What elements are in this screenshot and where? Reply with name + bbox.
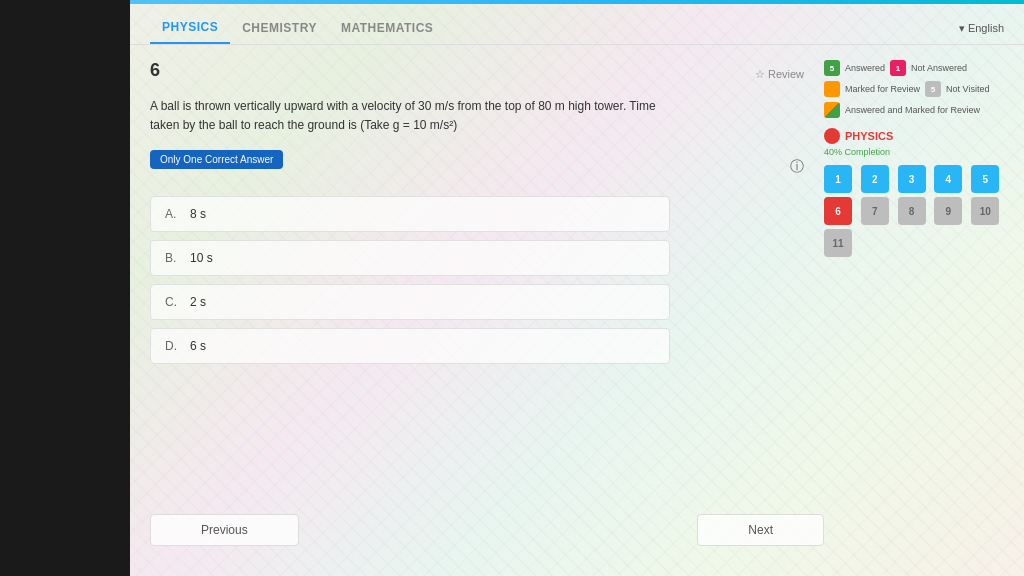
info-icon[interactable]: ⓘ bbox=[790, 158, 804, 176]
legend-answered-marked-label: Answered and Marked for Review bbox=[845, 105, 980, 115]
subject-label: PHYSICS bbox=[824, 128, 1004, 144]
option-a-letter: A. bbox=[165, 207, 180, 221]
previous-button[interactable]: Previous bbox=[150, 514, 299, 546]
option-c[interactable]: C. 2 s bbox=[150, 284, 670, 320]
q-btn-1[interactable]: 1 bbox=[824, 165, 852, 193]
option-d-text: 6 s bbox=[190, 339, 206, 353]
legend-dot-answered-marked bbox=[824, 102, 840, 118]
option-b[interactable]: B. 10 s bbox=[150, 240, 670, 276]
option-b-letter: B. bbox=[165, 251, 180, 265]
option-c-text: 2 s bbox=[190, 295, 206, 309]
subject-icon bbox=[824, 128, 840, 144]
left-panel bbox=[0, 0, 130, 576]
option-d-letter: D. bbox=[165, 339, 180, 353]
option-c-letter: C. bbox=[165, 295, 180, 309]
q-btn-6[interactable]: 6 bbox=[824, 197, 852, 225]
options-list: A. 8 s B. 10 s C. 2 s D. 6 s bbox=[150, 196, 670, 364]
q-btn-9[interactable]: 9 bbox=[934, 197, 962, 225]
sidebar-panel: 5 Answered 1 Not Answered Marked for Rev… bbox=[824, 60, 1004, 364]
q-btn-3[interactable]: 3 bbox=[898, 165, 926, 193]
nav-tabs: PHYSICS CHEMISTRY MATHEMATICS ▾ English bbox=[130, 0, 1024, 45]
q-btn-2[interactable]: 2 bbox=[861, 165, 889, 193]
question-number-grid: 1 2 3 4 5 6 7 8 9 10 11 bbox=[824, 165, 1004, 257]
bottom-nav: Previous Next bbox=[150, 514, 824, 546]
q-btn-5[interactable]: 5 bbox=[971, 165, 999, 193]
main-content: PHYSICS CHEMISTRY MATHEMATICS ▾ English … bbox=[130, 0, 1024, 576]
subject-name: PHYSICS bbox=[845, 130, 893, 142]
question-text: A ball is thrown vertically upward with … bbox=[150, 97, 670, 135]
legend-not-answered-label: Not Answered bbox=[911, 63, 967, 73]
legend-dot-answered: 5 bbox=[824, 60, 840, 76]
q-btn-4[interactable]: 4 bbox=[934, 165, 962, 193]
legend-section: 5 Answered 1 Not Answered Marked for Rev… bbox=[824, 60, 1004, 118]
review-button[interactable]: ☆ Review bbox=[755, 68, 804, 81]
option-a[interactable]: A. 8 s bbox=[150, 196, 670, 232]
option-d[interactable]: D. 6 s bbox=[150, 328, 670, 364]
q-btn-11[interactable]: 11 bbox=[824, 229, 852, 257]
q-btn-7[interactable]: 7 bbox=[861, 197, 889, 225]
tab-physics[interactable]: PHYSICS bbox=[150, 12, 230, 44]
answer-type-badge: Only One Correct Answer bbox=[150, 150, 283, 169]
option-a-text: 8 s bbox=[190, 207, 206, 221]
q-btn-10[interactable]: 10 bbox=[971, 197, 999, 225]
legend-marked-label: Marked for Review bbox=[845, 84, 920, 94]
next-button[interactable]: Next bbox=[697, 514, 824, 546]
completion-text: 40% Completion bbox=[824, 147, 1004, 157]
language-selector[interactable]: ▾ English bbox=[959, 22, 1004, 35]
content-area: 6 ☆ Review A ball is thrown vertically u… bbox=[130, 45, 1024, 379]
question-number: 6 bbox=[150, 60, 160, 81]
option-b-text: 10 s bbox=[190, 251, 213, 265]
legend-not-visited-label: Not Visited bbox=[946, 84, 989, 94]
question-section: 6 ☆ Review A ball is thrown vertically u… bbox=[150, 60, 824, 364]
tab-mathematics[interactable]: MATHEMATICS bbox=[329, 13, 445, 43]
legend-answered-marked: Answered and Marked for Review bbox=[824, 102, 1004, 118]
legend-answered: 5 Answered 1 Not Answered bbox=[824, 60, 1004, 76]
legend-dot-not-answered: 1 bbox=[890, 60, 906, 76]
legend-dot-marked bbox=[824, 81, 840, 97]
q-btn-8[interactable]: 8 bbox=[898, 197, 926, 225]
legend-marked: Marked for Review 5 Not Visited bbox=[824, 81, 1004, 97]
legend-dot-not-visited: 5 bbox=[925, 81, 941, 97]
legend-answered-label: Answered bbox=[845, 63, 885, 73]
tab-chemistry[interactable]: CHEMISTRY bbox=[230, 13, 329, 43]
